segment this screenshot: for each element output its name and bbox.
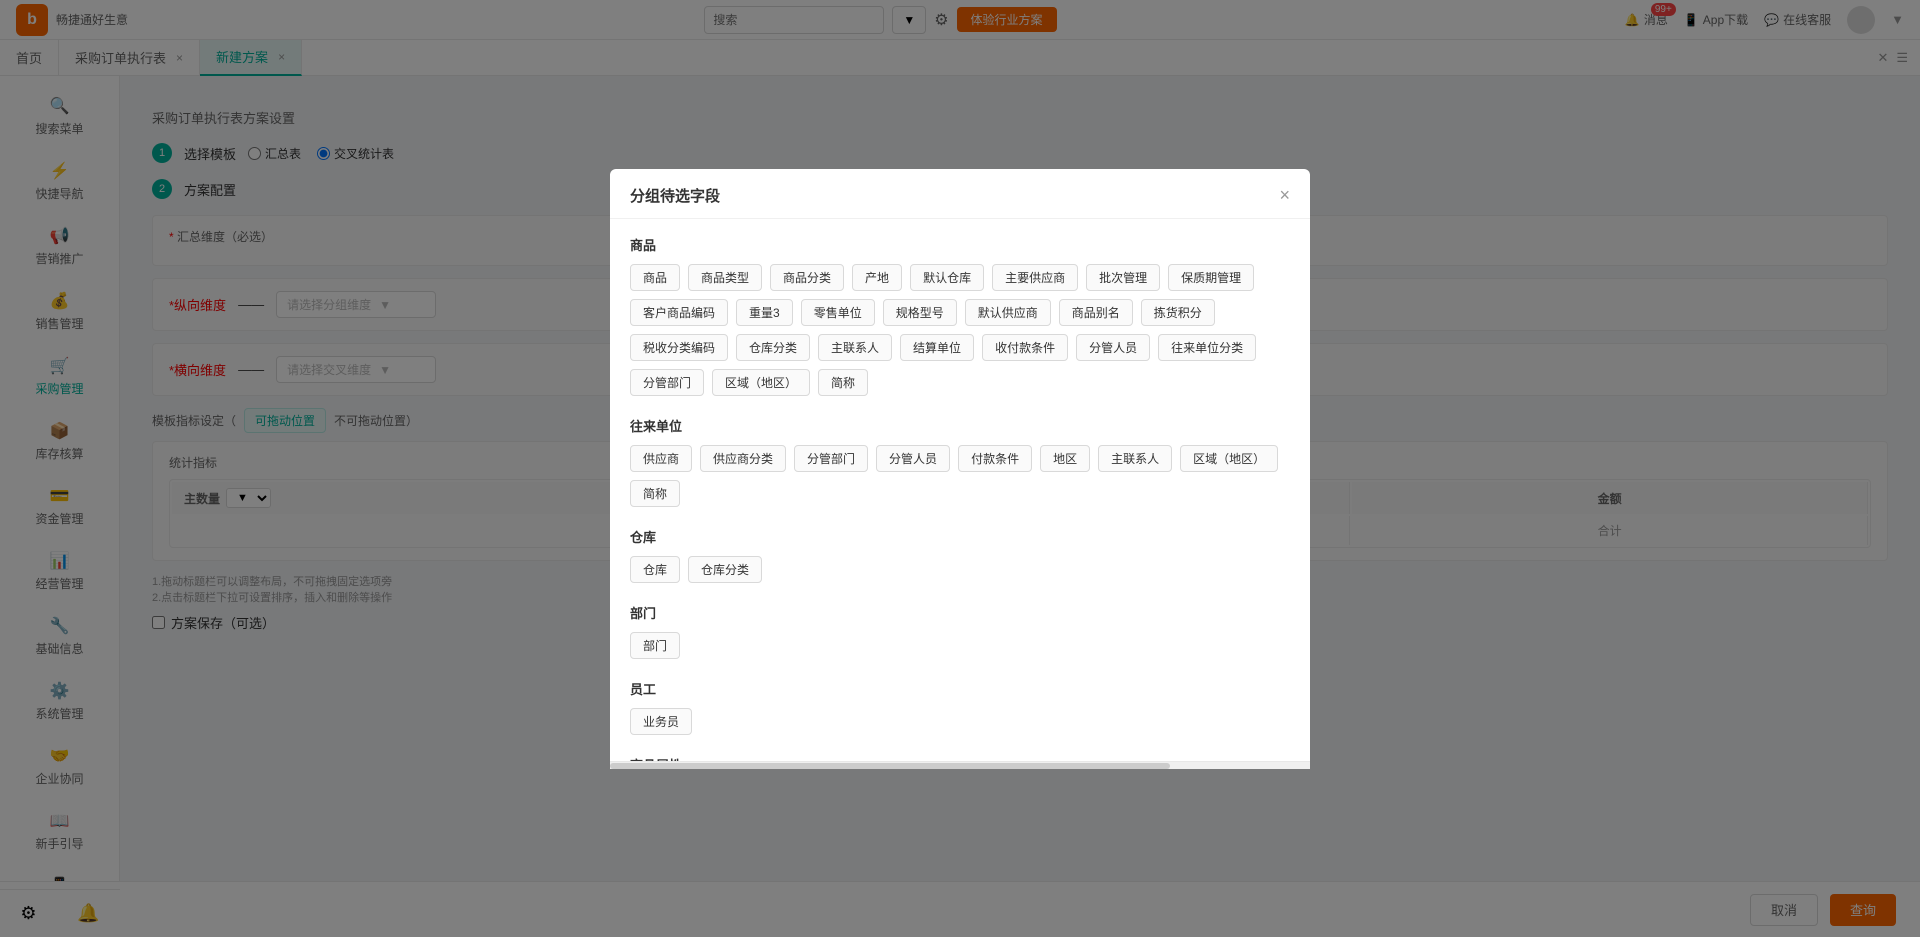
field-tag[interactable]: 区域（地区） bbox=[1180, 445, 1278, 472]
section-partner-tags: 供应商 供应商分类 分管部门 分管人员 付款条件 地区 主联系人 区域（地区） … bbox=[630, 445, 1290, 507]
section-employee-tags: 业务员 bbox=[630, 708, 1290, 735]
modal-field-select: 分组待选字段 × 商品 商品 商品类型 商品分类 产地 默认仓库 主要供应商 批… bbox=[610, 169, 1310, 769]
field-tag[interactable]: 付款条件 bbox=[958, 445, 1032, 472]
field-tag[interactable]: 仓库分类 bbox=[688, 556, 762, 583]
modal-hscroll-thumb bbox=[610, 763, 1170, 769]
modal-backdrop: 分组待选字段 × 商品 商品 商品类型 商品分类 产地 默认仓库 主要供应商 批… bbox=[0, 0, 1920, 937]
section-warehouse-title: 仓库 bbox=[630, 527, 1290, 546]
field-tag[interactable]: 商品类型 bbox=[688, 264, 762, 291]
section-dept: 部门 部门 bbox=[630, 603, 1290, 659]
field-tag[interactable]: 税收分类编码 bbox=[630, 334, 728, 361]
section-warehouse: 仓库 仓库 仓库分类 bbox=[630, 527, 1290, 583]
modal-horizontal-scrollbar[interactable] bbox=[610, 761, 1310, 769]
field-tag[interactable]: 零售单位 bbox=[801, 299, 875, 326]
field-tag[interactable]: 默认供应商 bbox=[965, 299, 1051, 326]
field-tag[interactable]: 保质期管理 bbox=[1168, 264, 1254, 291]
section-product-tags: 商品 商品类型 商品分类 产地 默认仓库 主要供应商 批次管理 保质期管理 客户… bbox=[630, 264, 1290, 396]
field-tag[interactable]: 拣货积分 bbox=[1141, 299, 1215, 326]
field-tag[interactable]: 主要供应商 bbox=[992, 264, 1078, 291]
field-tag[interactable]: 结算单位 bbox=[900, 334, 974, 361]
field-tag[interactable]: 区域（地区） bbox=[712, 369, 810, 396]
section-product-title: 商品 bbox=[630, 235, 1290, 254]
section-partner-title: 往来单位 bbox=[630, 416, 1290, 435]
section-product: 商品 商品 商品类型 商品分类 产地 默认仓库 主要供应商 批次管理 保质期管理… bbox=[630, 235, 1290, 396]
field-tag[interactable]: 产地 bbox=[852, 264, 902, 291]
section-employee: 员工 业务员 bbox=[630, 679, 1290, 735]
field-tag[interactable]: 客户商品编码 bbox=[630, 299, 728, 326]
field-tag[interactable]: 简称 bbox=[818, 369, 868, 396]
field-tag[interactable]: 批次管理 bbox=[1086, 264, 1160, 291]
field-tag[interactable]: 规格型号 bbox=[883, 299, 957, 326]
field-tag[interactable]: 重量3 bbox=[736, 299, 793, 326]
field-tag[interactable]: 分管人员 bbox=[1076, 334, 1150, 361]
modal-header: 分组待选字段 × bbox=[610, 169, 1310, 219]
field-tag[interactable]: 仓库 bbox=[630, 556, 680, 583]
field-tag[interactable]: 商品别名 bbox=[1059, 299, 1133, 326]
field-tag[interactable]: 默认仓库 bbox=[910, 264, 984, 291]
section-employee-title: 员工 bbox=[630, 679, 1290, 698]
field-tag[interactable]: 分管部门 bbox=[630, 369, 704, 396]
field-tag[interactable]: 业务员 bbox=[630, 708, 692, 735]
modal-title: 分组待选字段 bbox=[630, 185, 720, 206]
field-tag[interactable]: 分管人员 bbox=[876, 445, 950, 472]
field-tag[interactable]: 地区 bbox=[1040, 445, 1090, 472]
field-tag[interactable]: 商品 bbox=[630, 264, 680, 291]
field-tag[interactable]: 简称 bbox=[630, 480, 680, 507]
field-tag[interactable]: 供应商分类 bbox=[700, 445, 786, 472]
field-tag[interactable]: 往来单位分类 bbox=[1158, 334, 1256, 361]
field-tag[interactable]: 分管部门 bbox=[794, 445, 868, 472]
section-dept-title: 部门 bbox=[630, 603, 1290, 622]
section-partner: 往来单位 供应商 供应商分类 分管部门 分管人员 付款条件 地区 主联系人 区域… bbox=[630, 416, 1290, 507]
field-tag[interactable]: 仓库分类 bbox=[736, 334, 810, 361]
modal-close-button[interactable]: × bbox=[1279, 186, 1290, 204]
field-tag[interactable]: 部门 bbox=[630, 632, 680, 659]
field-tag[interactable]: 供应商 bbox=[630, 445, 692, 472]
field-tag[interactable]: 收付款条件 bbox=[982, 334, 1068, 361]
field-tag[interactable]: 商品分类 bbox=[770, 264, 844, 291]
section-dept-tags: 部门 bbox=[630, 632, 1290, 659]
field-tag[interactable]: 主联系人 bbox=[1098, 445, 1172, 472]
field-tag[interactable]: 主联系人 bbox=[818, 334, 892, 361]
section-warehouse-tags: 仓库 仓库分类 bbox=[630, 556, 1290, 583]
modal-body: 商品 商品 商品类型 商品分类 产地 默认仓库 主要供应商 批次管理 保质期管理… bbox=[610, 219, 1310, 761]
